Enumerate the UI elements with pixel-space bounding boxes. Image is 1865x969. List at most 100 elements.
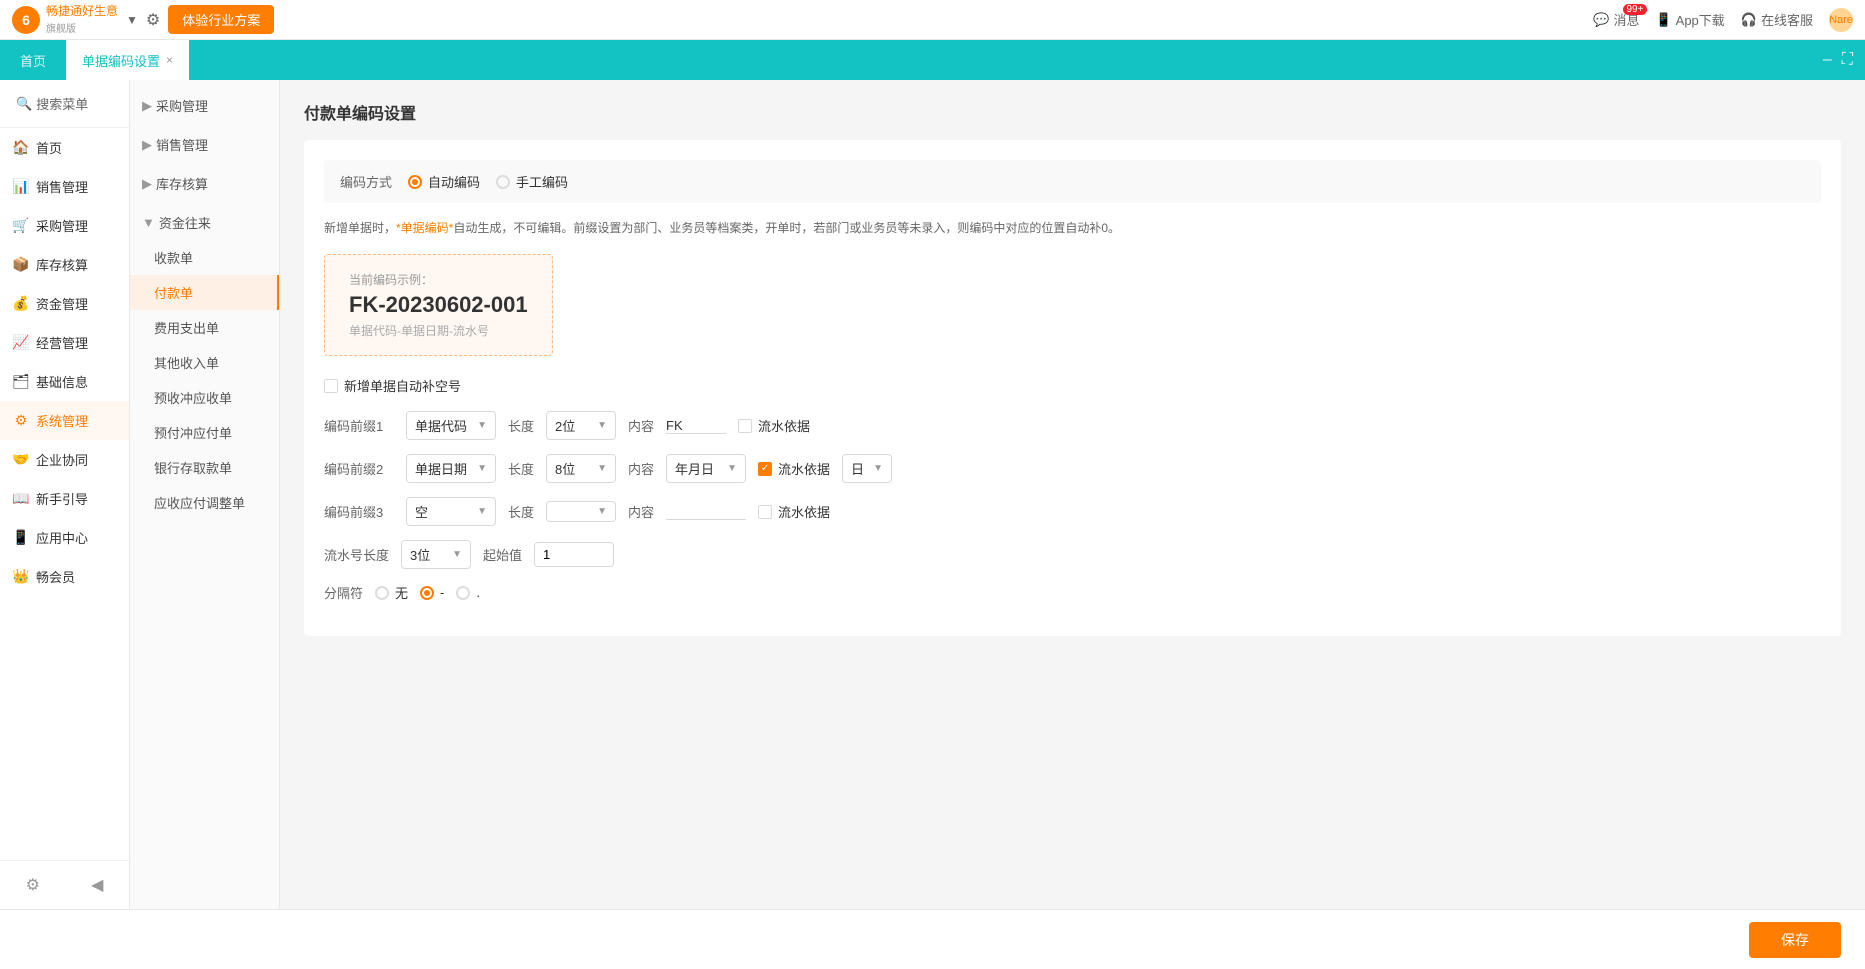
auto-fill-checkbox[interactable] <box>324 379 338 393</box>
app-download-item[interactable]: 📱 App下载 <box>1655 10 1724 29</box>
config-prefix2-serial-checkbox[interactable]: ✓ <box>758 462 772 476</box>
sidebar-item-inventory[interactable]: 📦 库存核算 <box>0 245 129 284</box>
config-prefix3-serial-checkbox[interactable] <box>758 505 772 519</box>
config-prefix2-content-value: 年月日 <box>675 459 714 478</box>
info-text: 新增单据时，*单据编码*自动生成，不可编辑。前缀设置为部门、业务员等档案类，开单… <box>324 219 1821 238</box>
sub-item-receipt[interactable]: 收款单 <box>130 240 279 275</box>
config-prefix3-length-select[interactable]: ▼ <box>546 501 616 522</box>
sidebar-item-basic[interactable]: 🗂 基础信息 <box>0 362 129 401</box>
config-prefix3-value: 空 <box>415 502 428 521</box>
collapse-icon[interactable]: ◀ <box>87 871 107 899</box>
experience-btn[interactable]: 体验行业方案 <box>168 5 274 34</box>
sub-item-receivable-payable[interactable]: 应收应付调整单 <box>130 485 279 520</box>
tab-home[interactable]: 首页 <box>0 40 66 80</box>
config-prefix2-serial-label: 流水依据 <box>778 459 830 478</box>
config-prefix1-content-input[interactable] <box>666 418 726 434</box>
sidebar-item-home[interactable]: 🏠 首页 <box>0 128 129 167</box>
serial-length-select[interactable]: 3位 ▼ <box>401 540 471 569</box>
sidebar-item-member-label: 畅会员 <box>36 567 75 586</box>
tab-document-encoding[interactable]: 单据编码设置 × <box>66 40 189 80</box>
auto-encode-radio[interactable] <box>408 175 422 189</box>
config-prefix1-select[interactable]: 单据代码 ▼ <box>406 411 496 440</box>
settings-bottom-icon[interactable]: ⚙ <box>22 871 44 899</box>
sep-dot-label: . <box>476 585 480 600</box>
sub-group-fund-flow-title[interactable]: ▼ 资金往来 <box>130 205 279 240</box>
config-prefix2-content-select[interactable]: 年月日 ▼ <box>666 454 746 483</box>
config-prefix2-serial-period-select[interactable]: 日 ▼ <box>842 454 892 483</box>
config-prefix2-select[interactable]: 单据日期 ▼ <box>406 454 496 483</box>
cooperation-icon: 🤝 <box>12 451 30 469</box>
config-row-prefix1: 编码前缀1 单据代码 ▼ 长度 2位 ▼ 内容 流水依据 <box>324 411 1821 440</box>
tab-maximize-icon[interactable]: ⛶ <box>1842 51 1853 69</box>
config-prefix1-chevron: ▼ <box>477 420 487 431</box>
sidebar-item-home-label: 首页 <box>36 138 62 157</box>
sidebar-search-btn[interactable]: 🔍 搜索菜单 <box>8 90 121 117</box>
gear-icon[interactable]: ⚙ <box>146 10 160 30</box>
online-service-label: 在线客服 <box>1761 10 1813 29</box>
sidebar-item-operations[interactable]: 📈 经营管理 <box>0 323 129 362</box>
sidebar-item-cooperation-label: 企业协同 <box>36 450 88 469</box>
sep-dot-option[interactable]: . <box>456 585 480 600</box>
sep-none-option[interactable]: 无 <box>375 583 408 602</box>
encoding-method-row: 编码方式 自动编码 手工编码 <box>324 160 1821 203</box>
sidebar: 🔍 搜索菜单 🏠 首页 📊 销售管理 🛒 采购管理 📦 库存核算 💰 资金管理 … <box>0 80 130 909</box>
config-prefix1-label: 编码前缀1 <box>324 416 394 435</box>
sub-sidebar: ▶ 采购管理 ▶ 销售管理 ▶ 库存核算 ▼ 资金往来 收款单 付款单 费用支出… <box>130 80 280 909</box>
sidebar-item-sales[interactable]: 📊 销售管理 <box>0 167 129 206</box>
sub-group-sales-title[interactable]: ▶ 销售管理 <box>130 127 279 162</box>
config-prefix3-length-chevron: ▼ <box>597 506 607 517</box>
preview-desc: 单据代码-单据日期-流水号 <box>349 322 528 339</box>
sidebar-item-system[interactable]: ⚙ 系统管理 <box>0 401 129 440</box>
manual-encode-radio[interactable] <box>496 175 510 189</box>
serial-length-row: 流水号长度 3位 ▼ 起始值 <box>324 540 1821 569</box>
config-prefix2-value: 单据日期 <box>415 459 467 478</box>
sub-item-advance-payable[interactable]: 预付冲应付单 <box>130 415 279 450</box>
search-icon: 🔍 <box>16 96 32 112</box>
sub-group-sales-label: 销售管理 <box>156 135 208 154</box>
config-row-prefix3: 编码前缀3 空 ▼ 长度 ▼ 内容 流水依据 <box>324 497 1821 526</box>
online-service-item[interactable]: 🎧 在线客服 <box>1741 10 1813 29</box>
sep-dot-radio[interactable] <box>456 586 470 600</box>
top-bar-dropdown[interactable]: ▼ <box>126 13 138 27</box>
config-prefix1-serial-checkbox-group: 流水依据 <box>738 416 810 435</box>
config-prefix3-select[interactable]: 空 ▼ <box>406 497 496 526</box>
sidebar-item-fund[interactable]: 💰 资金管理 <box>0 284 129 323</box>
sub-item-bank-deposit[interactable]: 银行存取款单 <box>130 450 279 485</box>
sub-item-other-income[interactable]: 其他收入单 <box>130 345 279 380</box>
sidebar-item-appcenter[interactable]: 📱 应用中心 <box>0 518 129 557</box>
sidebar-item-cooperation[interactable]: 🤝 企业协同 <box>0 440 129 479</box>
sub-item-payment[interactable]: 付款单 <box>130 275 279 310</box>
config-prefix1-length-select[interactable]: 2位 ▼ <box>546 411 616 440</box>
sep-dash-radio[interactable] <box>420 586 434 600</box>
sub-group-inventory: ▶ 库存核算 <box>130 166 279 201</box>
encoding-radio-group: 自动编码 手工编码 <box>408 172 568 191</box>
serial-length-chevron: ▼ <box>452 549 462 560</box>
config-prefix3-serial-label: 流水依据 <box>778 502 830 521</box>
config-prefix2-length-label: 长度 <box>508 459 534 478</box>
config-prefix1-value: 单据代码 <box>415 416 467 435</box>
manual-encode-option[interactable]: 手工编码 <box>496 172 568 191</box>
sidebar-item-purchase[interactable]: 🛒 采购管理 <box>0 206 129 245</box>
sidebar-item-basic-label: 基础信息 <box>36 372 88 391</box>
fund-icon: 💰 <box>12 295 30 313</box>
tab-minimize-icon[interactable]: – <box>1823 51 1832 69</box>
sub-group-inventory-title[interactable]: ▶ 库存核算 <box>130 166 279 201</box>
tab-close-icon[interactable]: × <box>166 53 173 67</box>
auto-encode-option[interactable]: 自动编码 <box>408 172 480 191</box>
sidebar-item-member[interactable]: 👑 畅会员 <box>0 557 129 596</box>
config-prefix1-length-label: 长度 <box>508 416 534 435</box>
messages-item[interactable]: 💬 消息 99+ <box>1593 10 1639 29</box>
sub-item-advance-receivable[interactable]: 预收冲应收单 <box>130 380 279 415</box>
sep-dash-option[interactable]: - <box>420 585 444 600</box>
app-logo: 6 畅捷通好生意 旗舰版 <box>12 4 118 35</box>
config-prefix2-length-select[interactable]: 8位 ▼ <box>546 454 616 483</box>
sub-item-expense[interactable]: 费用支出单 <box>130 310 279 345</box>
sep-none-radio[interactable] <box>375 586 389 600</box>
start-value-input[interactable] <box>534 542 614 567</box>
sub-group-purchase-title[interactable]: ▶ 采购管理 <box>130 88 279 123</box>
save-button[interactable]: 保存 <box>1749 922 1841 958</box>
config-prefix1-serial-checkbox[interactable] <box>738 419 752 433</box>
config-prefix3-content-input[interactable] <box>666 504 746 520</box>
user-profile[interactable]: Nare <box>1829 8 1853 32</box>
sidebar-item-newguide[interactable]: 📖 新手引导 <box>0 479 129 518</box>
